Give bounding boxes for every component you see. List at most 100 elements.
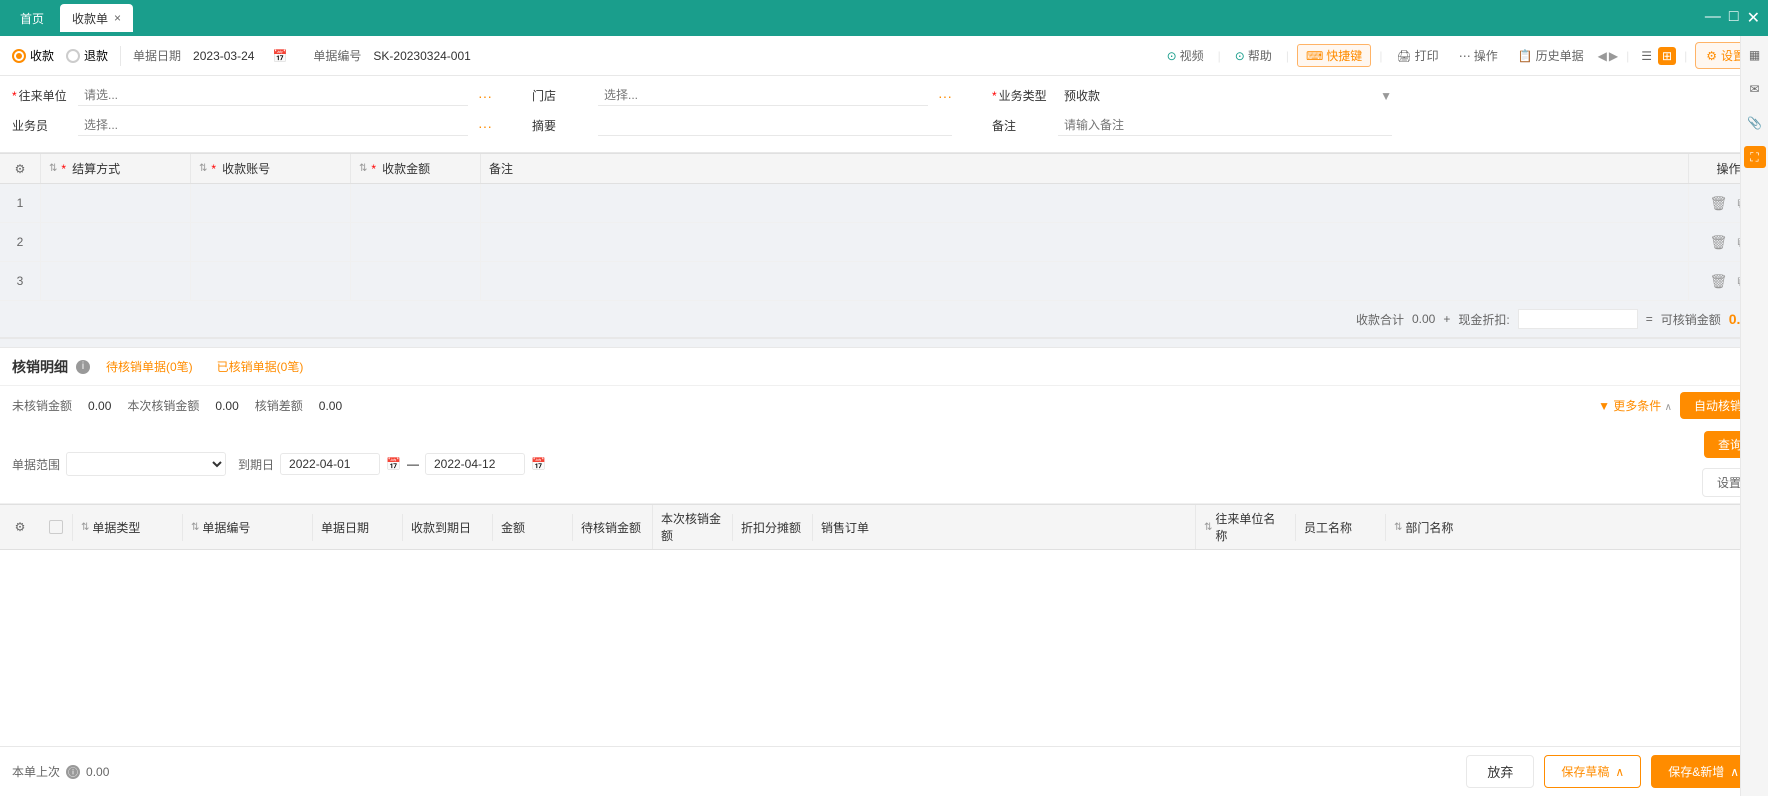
footer-info-icon[interactable]: ⓘ bbox=[66, 765, 80, 779]
window-controls: — □ ✕ bbox=[1705, 8, 1760, 28]
minimize-btn[interactable]: — bbox=[1705, 8, 1721, 28]
maximize-btn[interactable]: □ bbox=[1729, 8, 1739, 28]
pending-tab[interactable]: 待核销单据(0笔) bbox=[98, 356, 201, 377]
col-remark: 备注 bbox=[480, 154, 1688, 183]
td-settlement-2[interactable] bbox=[40, 223, 190, 261]
more-conditions-btn[interactable]: ▼ 更多条件 ∧ bbox=[1598, 397, 1672, 414]
nav-next-btn[interactable]: ▶ bbox=[1609, 49, 1618, 63]
row-delete-icon-3[interactable]: 🗑 bbox=[1708, 271, 1730, 292]
col-amount: ⇅ * 收款金额 bbox=[350, 154, 480, 183]
radio-refund[interactable]: 退款 bbox=[66, 47, 108, 64]
section2-info-icon[interactable]: i bbox=[76, 360, 90, 374]
bth-date: 单据日期 bbox=[312, 514, 402, 541]
table-row: 1 🗑 ⧉ bbox=[0, 184, 1768, 223]
salesperson-input[interactable] bbox=[78, 115, 468, 136]
plus-sign: + bbox=[1443, 312, 1450, 326]
sort-number-icon[interactable]: ⇅ bbox=[191, 522, 199, 533]
section2-stats: 未核销金额 0.00 本次核销金额 0.00 核销差额 0.00 ▼ 更多条件 … bbox=[0, 386, 1768, 425]
memo-input[interactable] bbox=[598, 115, 952, 136]
print-btn[interactable]: 🖨 打印 bbox=[1390, 45, 1444, 66]
td-account-3[interactable] bbox=[190, 262, 350, 300]
td-settlement-1[interactable] bbox=[40, 184, 190, 222]
td-remark-2[interactable] bbox=[480, 223, 1688, 261]
total-value: 0.00 bbox=[1412, 312, 1435, 326]
tab-home[interactable]: 首页 bbox=[8, 4, 56, 32]
list-view-btn[interactable]: ☰ bbox=[1637, 47, 1656, 65]
bottom-table-settings-icon[interactable]: ⚙ bbox=[0, 520, 40, 534]
close-btn[interactable]: ✕ bbox=[1747, 8, 1760, 28]
td-remark-1[interactable] bbox=[480, 184, 1688, 222]
table-body: 1 🗑 ⧉ 2 🗑 bbox=[0, 184, 1768, 301]
date-from-cal-icon[interactable]: 📅 bbox=[386, 457, 401, 471]
scope-select[interactable] bbox=[66, 452, 226, 476]
bth-recv-date: 收款到期日 bbox=[402, 514, 492, 541]
video-btn[interactable]: ⊙ 视频 bbox=[1161, 45, 1210, 66]
date-from-input[interactable] bbox=[280, 453, 380, 475]
table-settings-icon[interactable]: ⚙ bbox=[0, 156, 40, 182]
sort-amount-icon[interactable]: ⇅ bbox=[359, 163, 367, 174]
nav-prev-btn[interactable]: ◀ bbox=[1598, 49, 1607, 63]
sidebar-clip-icon[interactable]: 📎 bbox=[1744, 112, 1766, 134]
calendar-icon[interactable]: 📅 bbox=[266, 47, 293, 65]
store-input[interactable] bbox=[598, 85, 928, 106]
td-account-2[interactable] bbox=[190, 223, 350, 261]
tab-receipt[interactable]: 收款单 × bbox=[60, 4, 133, 32]
tab-close-icon[interactable]: × bbox=[114, 11, 121, 25]
date-to-cal-icon[interactable]: 📅 bbox=[531, 457, 546, 471]
bth-discount: 折扣分摊额 bbox=[732, 514, 812, 541]
date-to-input[interactable] bbox=[425, 453, 525, 475]
row-delete-icon-2[interactable]: 🗑 bbox=[1708, 232, 1730, 253]
salesperson-more-btn[interactable]: ··· bbox=[478, 118, 492, 134]
unchecked-value: 0.00 bbox=[88, 399, 111, 413]
store-label: 门店 bbox=[532, 87, 592, 104]
summary-row: 收款合计 0.00 + 现金折扣: = 可核销金额 0.00 bbox=[0, 301, 1768, 339]
sidebar-table-icon[interactable]: ▦ bbox=[1744, 44, 1766, 66]
td-amount-1[interactable] bbox=[350, 184, 480, 222]
bth-employee: 员工名称 bbox=[1295, 514, 1385, 541]
sort-account-icon[interactable]: ⇅ bbox=[199, 163, 207, 174]
counterparty-more-btn[interactable]: ··· bbox=[478, 88, 492, 104]
sort-dept-icon[interactable]: ⇅ bbox=[1394, 522, 1402, 533]
save-draft-btn[interactable]: 保存草稿 ∧ bbox=[1544, 755, 1641, 788]
discount-label: 现金折扣: bbox=[1458, 311, 1509, 328]
store-more-btn[interactable]: ··· bbox=[938, 88, 952, 104]
sidebar-screen-icon[interactable]: ⛶ bbox=[1744, 146, 1766, 168]
footer: 本单上次 ⓘ 0.00 放弃 保存草稿 ∧ 保存&新增 ∧ bbox=[0, 746, 1768, 796]
section2-filter: 单据范围 到期日 📅 — 📅 bbox=[0, 425, 1768, 504]
sort-type-icon[interactable]: ⇅ bbox=[81, 522, 89, 533]
shortcut-btn[interactable]: ⌨ 快捷键 bbox=[1297, 44, 1371, 67]
bottom-table-checkbox-all[interactable] bbox=[40, 520, 72, 534]
td-amount-3[interactable] bbox=[350, 262, 480, 300]
sidebar-mail-icon[interactable]: ✉ bbox=[1744, 78, 1766, 100]
ops-btn[interactable]: ⋯ 操作 bbox=[1453, 45, 1504, 66]
bth-pending: 待核销金额 bbox=[572, 514, 652, 541]
bth-sales-order: 销售订单 bbox=[812, 514, 1195, 541]
col-settlement: ⇅ * 结算方式 bbox=[40, 154, 190, 183]
td-settlement-3[interactable] bbox=[40, 262, 190, 300]
sort-counterparty-icon[interactable]: ⇅ bbox=[1204, 522, 1212, 533]
td-remark-3[interactable] bbox=[480, 262, 1688, 300]
help-btn[interactable]: ⊙ 帮助 bbox=[1229, 45, 1278, 66]
abandon-btn[interactable]: 放弃 bbox=[1466, 755, 1534, 788]
td-account-1[interactable] bbox=[190, 184, 350, 222]
done-tab[interactable]: 已核销单据(0笔) bbox=[209, 356, 312, 377]
remark-field: 备注 bbox=[992, 115, 1392, 136]
sort-settlement-icon[interactable]: ⇅ bbox=[49, 163, 57, 174]
view-icons: ☰ ⊞ bbox=[1637, 47, 1676, 65]
bth-amount: 金额 bbox=[492, 514, 572, 541]
gear-icon: ⚙ bbox=[1706, 49, 1717, 63]
discount-input[interactable] bbox=[1518, 309, 1638, 329]
footer-left: 本单上次 ⓘ 0.00 bbox=[12, 763, 109, 780]
current-check-label: 本次核销金额 bbox=[127, 397, 199, 414]
td-amount-2[interactable] bbox=[350, 223, 480, 261]
grid-view-btn[interactable]: ⊞ bbox=[1658, 47, 1676, 65]
section2-header: 核销明细 i 待核销单据(0笔) 已核销单据(0笔) bbox=[0, 348, 1768, 386]
biz-type-dropdown[interactable]: ▼ bbox=[1380, 89, 1392, 103]
remark-input[interactable] bbox=[1058, 115, 1392, 136]
row-delete-icon-1[interactable]: 🗑 bbox=[1708, 193, 1730, 214]
history-btn[interactable]: 📋 历史单据 bbox=[1512, 45, 1590, 66]
store-field: 门店 ··· bbox=[532, 85, 952, 106]
counterparty-input[interactable] bbox=[78, 85, 468, 106]
prev-label: 本单上次 bbox=[12, 763, 60, 780]
radio-receipt[interactable]: 收款 bbox=[12, 47, 54, 64]
